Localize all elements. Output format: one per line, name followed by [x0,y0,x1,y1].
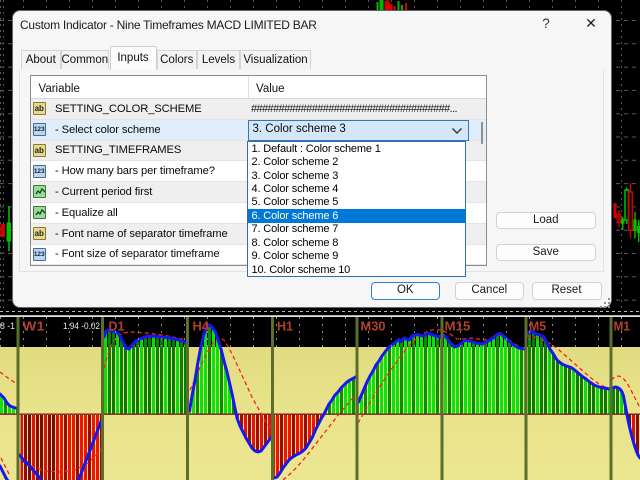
svg-text:M5: M5 [529,319,546,334]
svg-text:M30: M30 [361,319,386,334]
svg-text:8 -1: 8 -1 [0,321,15,332]
svg-text:H1: H1 [277,319,293,334]
svg-text:M1: M1 [614,319,631,334]
svg-text:D1: D1 [109,319,125,334]
svg-text:H4: H4 [193,319,210,334]
svg-text:W1: W1 [23,319,45,334]
svg-text:M15: M15 [445,319,471,334]
svg-text:1.94 -0.02: 1.94 -0.02 [63,321,100,332]
